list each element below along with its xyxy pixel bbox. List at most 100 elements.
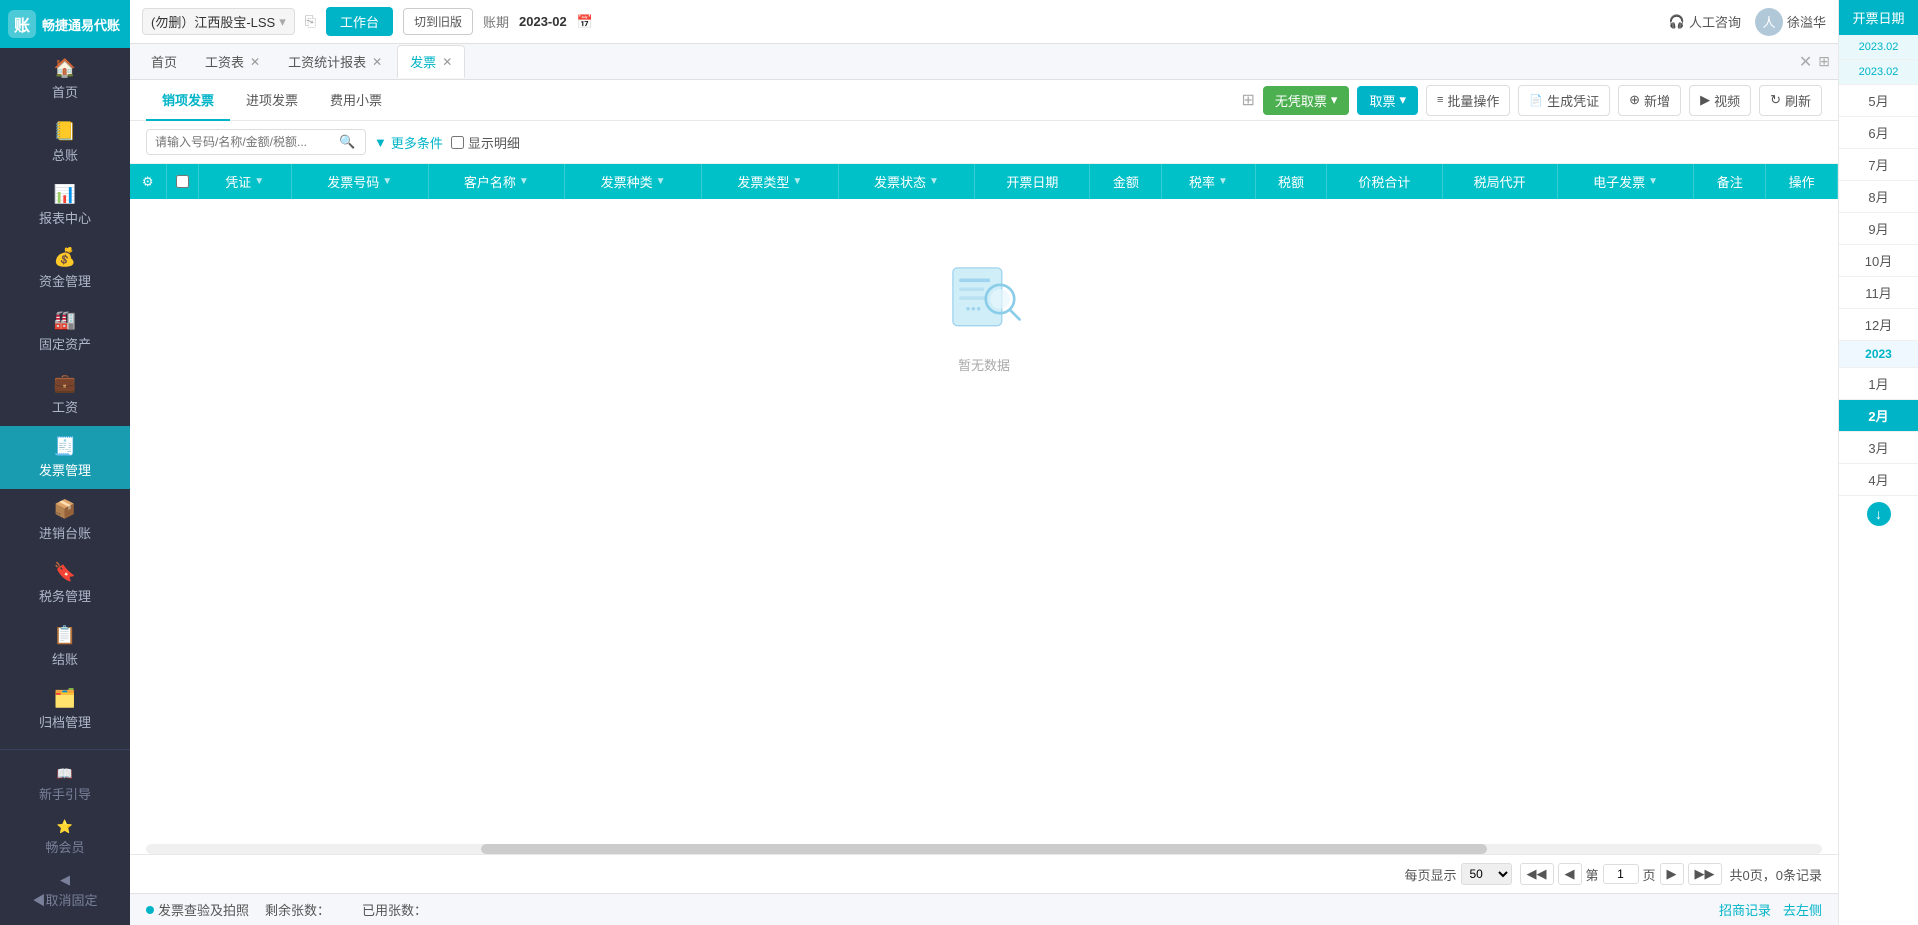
tab-maximize[interactable]: ⊞ bbox=[1818, 53, 1830, 70]
sidebar-item-settlement[interactable]: 📋 结账 bbox=[0, 615, 130, 678]
tab-invoice-label: 发票 bbox=[410, 52, 436, 71]
col-settings[interactable]: ⚙ bbox=[130, 164, 166, 199]
date-entry-10[interactable]: 10月 bbox=[1839, 245, 1918, 277]
support-btn[interactable]: 🎧 人工咨询 bbox=[1669, 12, 1741, 31]
take-btn[interactable]: 取票 ▾ bbox=[1357, 86, 1418, 115]
tab-invoice[interactable]: 发票 ✕ bbox=[397, 45, 465, 78]
sidebar-label-salary: 工资 bbox=[52, 397, 78, 416]
headset-icon: 🎧 bbox=[1669, 14, 1685, 30]
tab-payroll-report[interactable]: 工资统计报表 ✕ bbox=[275, 45, 395, 78]
subtab-purchase[interactable]: 进项发票 bbox=[230, 80, 314, 121]
voucher-icon: 📄 bbox=[1529, 94, 1543, 107]
page-number-input[interactable] bbox=[1603, 864, 1639, 884]
voucher-filter-icon[interactable]: ▼ bbox=[254, 176, 264, 187]
e-invoice-filter-icon[interactable]: ▼ bbox=[1648, 176, 1658, 187]
workbench-button[interactable]: 工作台 bbox=[326, 7, 393, 36]
sidebar-item-home[interactable]: 🏠 首页 bbox=[0, 48, 130, 111]
take-label: 取票 bbox=[1369, 91, 1395, 110]
date-entry-4[interactable]: 4月 bbox=[1839, 464, 1918, 496]
batch-ops-btn[interactable]: ≡ 批量操作 bbox=[1426, 85, 1510, 116]
subtab-sales[interactable]: 销项发票 bbox=[146, 80, 230, 121]
date-entry-2023-02-a[interactable]: 2023.02 bbox=[1839, 35, 1918, 60]
sidebar-item-invoice-mgmt[interactable]: 🧾 发票管理 bbox=[0, 426, 130, 489]
generate-voucher-label: 生成凭证 bbox=[1547, 91, 1599, 110]
tab-invoice-close[interactable]: ✕ bbox=[442, 55, 452, 69]
next-page-btn[interactable]: ▶ bbox=[1660, 863, 1684, 885]
date-panel-scroll-btn[interactable]: ↓ bbox=[1867, 502, 1891, 526]
generate-voucher-btn[interactable]: 📄 生成凭证 bbox=[1518, 85, 1610, 116]
col-amount-label: 金额 bbox=[1113, 172, 1139, 191]
horizontal-scrollbar[interactable] bbox=[146, 844, 1822, 854]
grid-view-icon[interactable]: ⊞ bbox=[1241, 90, 1254, 110]
sidebar-item-funds[interactable]: 💰 资金管理 bbox=[0, 237, 130, 300]
search-input[interactable] bbox=[155, 135, 335, 149]
date-entry-12[interactable]: 12月 bbox=[1839, 309, 1918, 341]
go-left-link[interactable]: 去左侧 bbox=[1783, 900, 1822, 919]
invoice-status-filter-icon[interactable]: ▼ bbox=[929, 176, 939, 187]
bottom-bar: 发票查验及拍照 剩余张数： 已用张数： 招商记录 去左侧 bbox=[130, 893, 1838, 925]
show-detail-check[interactable] bbox=[451, 136, 464, 149]
sidebar-label-home: 首页 bbox=[52, 82, 78, 101]
pagination-bar: 每页显示 10 20 50 100 ◀◀ ◀ 第 页 ▶ ▶▶ bbox=[130, 854, 1838, 893]
date-entry-11[interactable]: 11月 bbox=[1839, 277, 1918, 309]
sidebar-item-guide[interactable]: 📖 新手引导 bbox=[4, 760, 126, 809]
sidebar-item-ledger[interactable]: 📒 总账 bbox=[0, 111, 130, 174]
date-entry-3[interactable]: 3月 bbox=[1839, 432, 1918, 464]
tab-payroll-report-close[interactable]: ✕ bbox=[372, 55, 382, 69]
page-size-label: 每页显示 bbox=[1404, 865, 1456, 884]
date-entry-6[interactable]: 6月 bbox=[1839, 117, 1918, 149]
invoice-no-filter-icon[interactable]: ▼ bbox=[382, 176, 392, 187]
col-remark-label: 备注 bbox=[1717, 172, 1743, 191]
date-entry-year-2023[interactable]: 2023 bbox=[1839, 341, 1918, 368]
customer-filter-icon[interactable]: ▼ bbox=[519, 176, 529, 187]
date-panel-header[interactable]: 开票日期 bbox=[1839, 0, 1918, 35]
recruit-link[interactable]: 招商记录 bbox=[1719, 900, 1771, 919]
company-selector[interactable]: (勿删）江西股宝-LSS ▾ bbox=[142, 8, 295, 35]
tab-payroll-close[interactable]: ✕ bbox=[250, 55, 260, 69]
sidebar-item-salary[interactable]: 💼 工资 bbox=[0, 363, 130, 426]
show-detail-checkbox[interactable]: 显示明细 bbox=[451, 133, 520, 152]
search-box: 🔍 bbox=[146, 129, 366, 155]
tax-rate-filter-icon[interactable]: ▼ bbox=[1218, 176, 1228, 187]
sidebar-item-archive[interactable]: 🗂️ 归档管理 bbox=[0, 678, 130, 741]
date-entry-8[interactable]: 8月 bbox=[1839, 181, 1918, 213]
date-entry-7[interactable]: 7月 bbox=[1839, 149, 1918, 181]
last-page-btn[interactable]: ▶▶ bbox=[1688, 863, 1722, 885]
date-entry-1[interactable]: 1月 bbox=[1839, 368, 1918, 400]
subtab-expense[interactable]: 费用小票 bbox=[314, 80, 398, 121]
select-all-checkbox[interactable] bbox=[176, 175, 189, 188]
sidebar-item-reports[interactable]: 📊 报表中心 bbox=[0, 174, 130, 237]
invoice-type-filter-icon[interactable]: ▼ bbox=[656, 176, 666, 187]
tab-home[interactable]: 首页 bbox=[138, 45, 190, 78]
date-entry-5[interactable]: 5月 bbox=[1839, 85, 1918, 117]
page-label: 第 bbox=[1586, 865, 1599, 884]
tab-close-all[interactable]: ✕ bbox=[1799, 52, 1812, 72]
prev-page-btn[interactable]: ◀ bbox=[1558, 863, 1582, 885]
no-take-btn[interactable]: 无凭取票 ▾ bbox=[1263, 86, 1350, 115]
switch-button[interactable]: 切到旧版 bbox=[403, 8, 473, 35]
date-entry-2023-02-b[interactable]: 2023.02 bbox=[1839, 60, 1918, 85]
add-btn[interactable]: ⊕ 新增 bbox=[1618, 85, 1681, 116]
video-btn[interactable]: ▶ 视频 bbox=[1689, 85, 1751, 116]
refresh-btn[interactable]: ↻ 刷新 bbox=[1759, 85, 1822, 116]
tab-payroll[interactable]: 工资表 ✕ bbox=[192, 45, 273, 78]
date-entry-9[interactable]: 9月 bbox=[1839, 213, 1918, 245]
sidebar-item-assets[interactable]: 🏭 固定资产 bbox=[0, 300, 130, 363]
invoice-cat-filter-icon[interactable]: ▼ bbox=[792, 176, 802, 187]
sidebar-item-member[interactable]: ⭐ 畅会员 bbox=[4, 813, 126, 862]
col-checkbox[interactable] bbox=[166, 164, 198, 199]
copy-icon[interactable]: ⎘ bbox=[305, 13, 316, 30]
sidebar-item-purchase-sales[interactable]: 📦 进销台账 bbox=[0, 489, 130, 552]
user-avatar-btn[interactable]: 人 徐溢华 bbox=[1755, 8, 1826, 36]
date-entry-2-active[interactable]: 2月 bbox=[1839, 400, 1918, 432]
first-page-btn[interactable]: ◀◀ bbox=[1520, 863, 1554, 885]
sidebar-item-settings[interactable]: ⚙️ 设置 bbox=[0, 741, 130, 749]
scrollbar-thumb[interactable] bbox=[481, 844, 1487, 854]
sidebar-item-tax[interactable]: 🔖 税务管理 bbox=[0, 552, 130, 615]
sidebar-label-funds: 资金管理 bbox=[39, 271, 91, 290]
page-size-select[interactable]: 10 20 50 100 bbox=[1461, 863, 1512, 885]
more-filter-btn[interactable]: ▼ 更多条件 bbox=[374, 133, 443, 152]
col-tax-amount: 价税合计 bbox=[1327, 164, 1442, 199]
calendar-icon[interactable]: 📅 bbox=[577, 14, 593, 30]
sidebar-collapse-btn[interactable]: ◀ ◀取消固定 bbox=[4, 866, 126, 915]
